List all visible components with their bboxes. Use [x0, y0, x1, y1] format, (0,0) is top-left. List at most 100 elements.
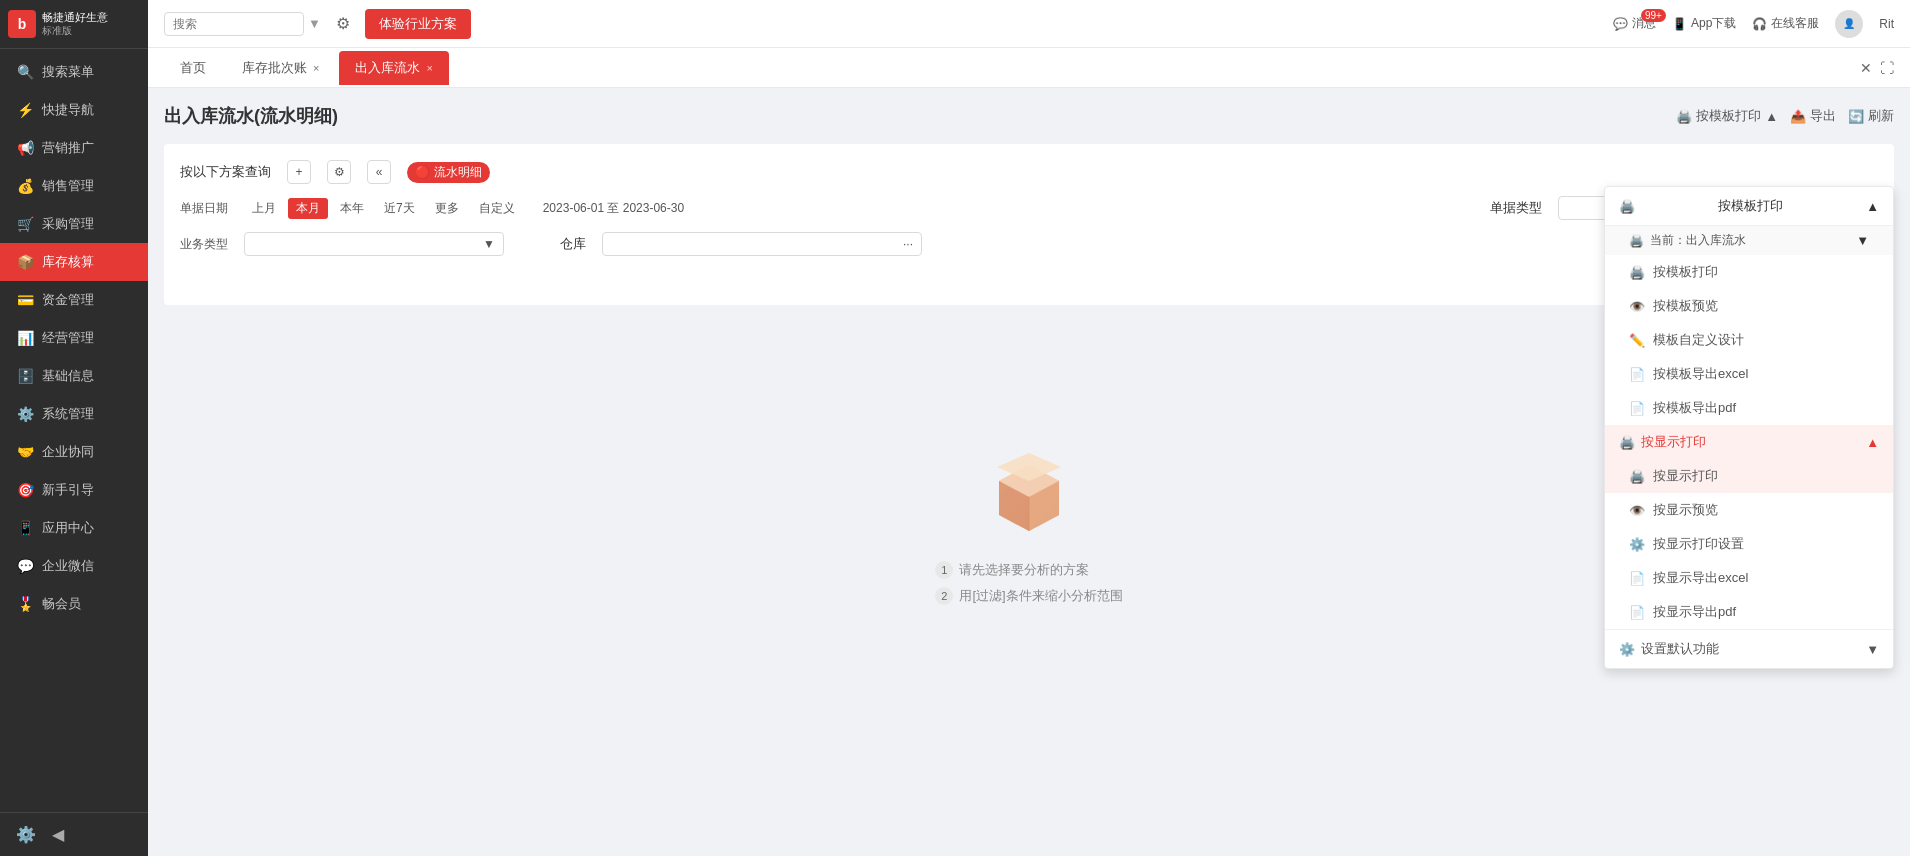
sidebar-settings-icon[interactable]: ⚙️ — [16, 825, 36, 844]
sidebar-collapse-icon[interactable]: ◀ — [52, 825, 64, 844]
template-preview-item[interactable]: 👁️ 按模板预览 — [1605, 289, 1893, 323]
dropdown-footer[interactable]: ⚙️ 设置默认功能 ▼ — [1605, 629, 1893, 668]
sidebar-item-operation[interactable]: 📊 经营管理 — [0, 319, 148, 357]
sidebar-item-inventory[interactable]: 📦 库存核算 — [0, 243, 148, 281]
date-btn-last-month[interactable]: 上月 — [244, 198, 284, 219]
export-icon: 📤 — [1790, 109, 1806, 124]
app-subtitle: 标准版 — [42, 24, 108, 38]
warehouse-select[interactable]: ··· — [602, 232, 922, 256]
display-preview-label: 按显示预览 — [1653, 501, 1718, 519]
tab-flow-close[interactable]: × — [426, 62, 432, 74]
template-excel-icon: 📄 — [1629, 367, 1645, 382]
guide-label: 新手引导 — [42, 481, 94, 499]
template-print-item[interactable]: 🖨️ 按模板打印 — [1605, 255, 1893, 289]
maximize-window-icon[interactable]: ⛶ — [1880, 60, 1894, 76]
print-arrow-icon: ▲ — [1765, 109, 1778, 124]
sidebar-item-guide[interactable]: 🎯 新手引导 — [0, 471, 148, 509]
current-arrow: ▼ — [1856, 233, 1869, 248]
warehouse-more-icon[interactable]: ··· — [903, 237, 913, 251]
refresh-btn[interactable]: 🔄 刷新 — [1848, 107, 1894, 125]
sidebar-item-apps[interactable]: 📱 应用中心 — [0, 509, 148, 547]
print-btn[interactable]: 🖨️ 按模板打印 ▲ — [1676, 107, 1778, 125]
date-btn-7days[interactable]: 近7天 — [376, 198, 423, 219]
marketing-icon: 📢 — [16, 140, 34, 156]
refresh-icon: 🔄 — [1848, 109, 1864, 124]
hint-num-2: 2 — [935, 587, 953, 605]
display-print-item[interactable]: 🖨️ 按显示打印 — [1605, 459, 1893, 493]
dropdown-header-label: 按模板打印 — [1718, 197, 1783, 215]
dropdown-header[interactable]: 🖨️ 按模板打印 ▲ — [1605, 187, 1893, 226]
template-custom-item[interactable]: ✏️ 模板自定义设计 — [1605, 323, 1893, 357]
search-down-icon[interactable]: ▼ — [308, 16, 321, 31]
app-logo: b — [8, 10, 36, 38]
sidebar-item-sales[interactable]: 💰 销售管理 — [0, 167, 148, 205]
tab-home-label: 首页 — [180, 59, 206, 77]
template-preview-label: 按模板预览 — [1653, 297, 1718, 315]
topbar: ▼ ⚙ 体验行业方案 💬 消息 99+ 📱 App下载 🎧 在线客服 — [148, 0, 1910, 48]
biz-type-arrow: ▼ — [483, 237, 495, 251]
sidebar-item-finance[interactable]: 💳 资金管理 — [0, 281, 148, 319]
tab-batch[interactable]: 库存批次账 × — [226, 51, 335, 85]
avatar[interactable]: 👤 — [1835, 10, 1863, 38]
sidebar-item-search[interactable]: 🔍 搜索菜单 — [0, 53, 148, 91]
topbar-right: 💬 消息 99+ 📱 App下载 🎧 在线客服 👤 Rit — [1613, 10, 1894, 38]
footer-arrow: ▼ — [1866, 642, 1879, 657]
apps-icon: 📱 — [16, 520, 34, 536]
topbar-settings-icon[interactable]: ⚙ — [329, 10, 357, 38]
display-section-arrow: ▲ — [1866, 435, 1879, 450]
topbar-msg[interactable]: 💬 消息 99+ — [1613, 15, 1656, 32]
sidebar-item-marketing[interactable]: 📢 营销推广 — [0, 129, 148, 167]
search-input[interactable] — [164, 12, 304, 36]
display-section-header[interactable]: 🖨️ 按显示打印 ▲ — [1605, 425, 1893, 459]
sidebar-item-purchase[interactable]: 🛒 采购管理 — [0, 205, 148, 243]
display-excel-item[interactable]: 📄 按显示导出excel — [1605, 561, 1893, 595]
display-settings-item[interactable]: ⚙️ 按显示打印设置 — [1605, 527, 1893, 561]
dropdown-header-arrow: ▲ — [1866, 199, 1879, 214]
export-btn[interactable]: 📤 导出 — [1790, 107, 1836, 125]
filter-settings-btn[interactable]: ⚙ — [327, 160, 351, 184]
tabs-window-btns: ✕ ⛶ — [1860, 60, 1894, 76]
tab-home[interactable]: 首页 — [164, 51, 222, 85]
filter-add-btn[interactable]: + — [287, 160, 311, 184]
date-btn-custom[interactable]: 自定义 — [471, 198, 523, 219]
date-btn-this-month[interactable]: 本月 — [288, 198, 328, 219]
sidebar-item-basic[interactable]: 🗄️ 基础信息 — [0, 357, 148, 395]
industry-btn[interactable]: 体验行业方案 — [365, 9, 471, 39]
close-window-icon[interactable]: ✕ — [1860, 60, 1872, 76]
tab-batch-close[interactable]: × — [313, 62, 319, 74]
export-label: 导出 — [1810, 107, 1836, 125]
topbar-service[interactable]: 🎧 在线客服 — [1752, 15, 1819, 32]
member-icon: 🎖️ — [16, 596, 34, 612]
search-label: 搜索菜单 — [42, 63, 94, 81]
print-label: 按模板打印 — [1696, 107, 1761, 125]
app-title: 畅捷通好生意 — [42, 10, 108, 24]
tab-flow[interactable]: 出入库流水 × — [339, 51, 448, 85]
app-icon: 📱 — [1672, 17, 1687, 31]
date-btn-more[interactable]: 更多 — [427, 198, 467, 219]
page-actions: 🖨️ 按模板打印 ▲ 📤 导出 🔄 刷新 — [1676, 107, 1894, 125]
date-btn-this-year[interactable]: 本年 — [332, 198, 372, 219]
filter-collapse-btn[interactable]: « — [367, 160, 391, 184]
msg-icon: 💬 — [1613, 17, 1628, 31]
tab-batch-label: 库存批次账 — [242, 59, 307, 77]
template-pdf-item[interactable]: 📄 按模板导出pdf — [1605, 391, 1893, 425]
template-excel-item[interactable]: 📄 按模板导出excel — [1605, 357, 1893, 391]
sidebar-item-corp[interactable]: 🤝 企业协同 — [0, 433, 148, 471]
biz-type-select[interactable]: ▼ — [244, 232, 504, 256]
topbar-app[interactable]: 📱 App下载 — [1672, 15, 1736, 32]
sidebar-item-weixin[interactable]: 💬 企业微信 — [0, 547, 148, 585]
sidebar-item-member[interactable]: 🎖️ 畅会员 — [0, 585, 148, 623]
empty-icon — [979, 445, 1079, 545]
basic-icon: 🗄️ — [16, 368, 34, 384]
display-preview-item[interactable]: 👁️ 按显示预览 — [1605, 493, 1893, 527]
username[interactable]: Rit — [1879, 17, 1894, 31]
sidebar-item-shortcut[interactable]: ⚡ 快捷导航 — [0, 91, 148, 129]
finance-label: 资金管理 — [42, 291, 94, 309]
template-custom-label: 模板自定义设计 — [1653, 331, 1744, 349]
print-icon: 🖨️ — [1676, 109, 1692, 124]
display-settings-icon: ⚙️ — [1629, 537, 1645, 552]
display-pdf-item[interactable]: 📄 按显示导出pdf — [1605, 595, 1893, 629]
sidebar-item-system[interactable]: ⚙️ 系统管理 — [0, 395, 148, 433]
template-excel-label: 按模板导出excel — [1653, 365, 1748, 383]
filter-tag[interactable]: 🔴 流水明细 — [407, 162, 490, 183]
